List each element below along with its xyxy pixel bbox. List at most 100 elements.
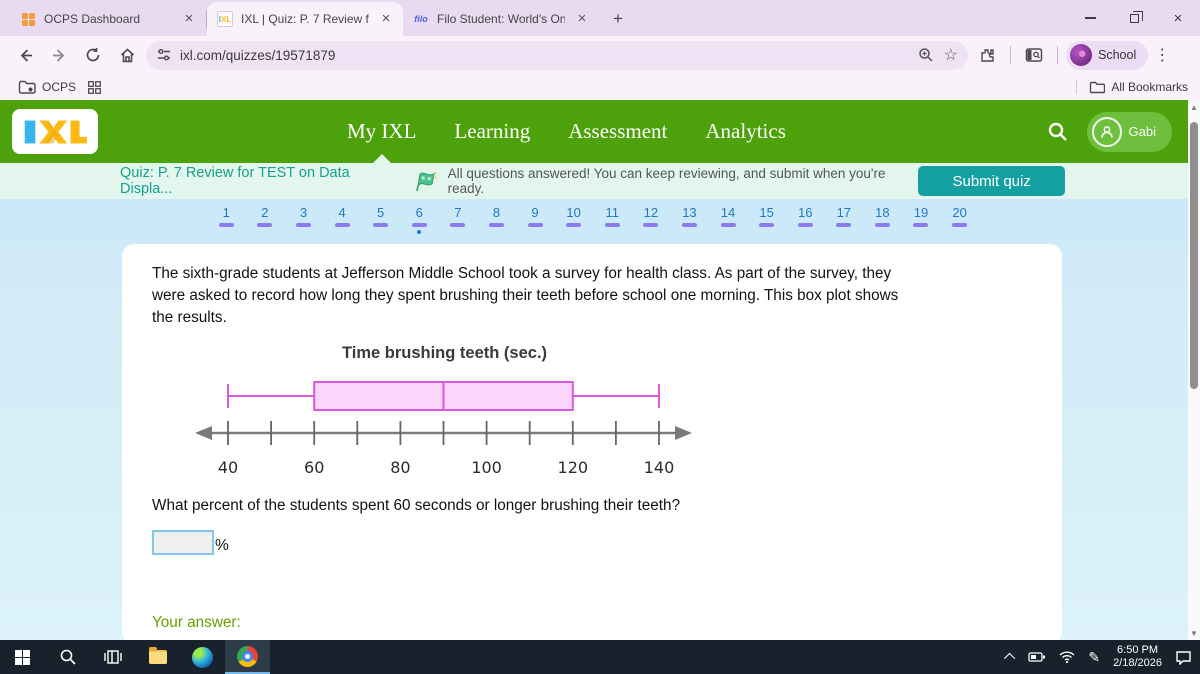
close-window-button[interactable]: ×: [1156, 0, 1200, 36]
toolbar-divider: [1057, 46, 1058, 64]
edge-button[interactable]: [180, 640, 225, 674]
tab-strip: OCPS Dashboard × I XL IXL | Quiz: P. 7 Re…: [0, 0, 631, 36]
new-tab-button[interactable]: +: [605, 6, 631, 32]
question-number-19[interactable]: 19: [902, 199, 941, 240]
minimize-button[interactable]: [1068, 0, 1112, 36]
tray-chevron-up-icon[interactable]: [1004, 652, 1016, 665]
edge-icon: [192, 646, 213, 668]
apps-grid-icon: [88, 80, 101, 94]
question-number-13[interactable]: 13: [670, 199, 709, 240]
taskbar-search-button[interactable]: [45, 640, 90, 674]
question-number-5[interactable]: 5: [361, 199, 400, 240]
scroll-up-icon[interactable]: ▲: [1190, 100, 1198, 114]
managed-folder-icon: [18, 80, 36, 94]
tab-ixl-quiz[interactable]: IXL IXL | Quiz: P. 7 Review for TEST ×: [207, 2, 403, 36]
taskbar-clock[interactable]: 6:50 PM 2/18/2026: [1113, 644, 1162, 670]
profile-avatar: [1070, 44, 1092, 66]
bookmark-folder-ocps[interactable]: OCPS: [12, 78, 82, 96]
question-number-11[interactable]: 11: [593, 199, 632, 240]
question-number-2[interactable]: 2: [246, 199, 285, 240]
question-number-4[interactable]: 4: [323, 199, 362, 240]
tab-ocps-dashboard[interactable]: OCPS Dashboard ×: [10, 2, 206, 36]
your-answer-label: Your answer:: [152, 614, 241, 631]
extensions-icon[interactable]: [972, 40, 1002, 70]
quiz-status-bar: Quiz: P. 7 Review for TEST on Data Displ…: [0, 154, 1200, 199]
svg-text:60: 60: [304, 458, 324, 477]
site-settings-icon[interactable]: [156, 47, 172, 63]
question-number-20[interactable]: 20: [940, 199, 979, 240]
tab-title: OCPS Dashboard: [44, 12, 141, 26]
bookmark-apps-grid[interactable]: [82, 79, 107, 96]
wifi-icon[interactable]: [1059, 651, 1075, 663]
tab-close-icon[interactable]: ×: [180, 10, 198, 28]
ixl-nav: My IXL Learning Assessment Analytics: [347, 100, 786, 163]
task-view-button[interactable]: [90, 640, 135, 674]
tab-close-icon[interactable]: ×: [573, 10, 591, 28]
browser-titlebar: OCPS Dashboard × I XL IXL | Quiz: P. 7 Re…: [0, 0, 1200, 36]
bookmark-star-icon[interactable]: ☆: [944, 45, 958, 65]
question-area: The sixth-grade students at Jefferson Mi…: [0, 240, 1200, 640]
scrollbar-thumb[interactable]: [1190, 122, 1198, 389]
question-number-row: 1 2 3 4 5 6 7 8 9 10 11 12 13 14 15 16 17 18 19 20: [0, 199, 1200, 240]
file-explorer-button[interactable]: [135, 640, 180, 674]
question-number-12[interactable]: 12: [632, 199, 671, 240]
tab-title: Filo Student: World's Only Live: [437, 12, 565, 26]
question-card: The sixth-grade students at Jefferson Mi…: [122, 244, 1062, 640]
chrome-button[interactable]: [225, 640, 270, 674]
browser-menu-icon[interactable]: ⋮: [1152, 45, 1172, 65]
ocps-grid-icon: [20, 11, 36, 27]
question-number-16[interactable]: 16: [786, 199, 825, 240]
question-number-8[interactable]: 8: [477, 199, 516, 240]
all-bookmarks-button[interactable]: All Bookmarks: [1076, 80, 1188, 94]
nav-assessment[interactable]: Assessment: [568, 119, 667, 144]
home-button[interactable]: [112, 40, 142, 70]
question-number-18[interactable]: 18: [863, 199, 902, 240]
question-number-3[interactable]: 3: [284, 199, 323, 240]
question-number-14[interactable]: 14: [709, 199, 748, 240]
profile-chip[interactable]: School: [1066, 40, 1149, 70]
battery-icon[interactable]: [1028, 651, 1046, 663]
tab-close-icon[interactable]: ×: [377, 10, 395, 28]
ixl-logo[interactable]: [12, 109, 98, 154]
question-number-17[interactable]: 17: [825, 199, 864, 240]
reload-button[interactable]: [78, 40, 108, 70]
quiz-title[interactable]: Quiz: P. 7 Review for TEST on Data Displ…: [120, 165, 402, 197]
forward-button[interactable]: [44, 40, 74, 70]
question-number-1[interactable]: 1: [207, 199, 246, 240]
all-bookmarks-label: All Bookmarks: [1111, 80, 1188, 94]
address-bar[interactable]: ixl.com/quizzes/19571879 ☆: [146, 40, 968, 70]
nav-analytics[interactable]: Analytics: [705, 119, 785, 144]
url-text[interactable]: ixl.com/quizzes/19571879: [180, 48, 910, 63]
nav-learning[interactable]: Learning: [454, 119, 530, 144]
page-scrollbar[interactable]: ▲ ▼: [1188, 100, 1200, 640]
system-tray: ✎ 6:50 PM 2/18/2026: [1004, 640, 1192, 674]
zoom-page-icon[interactable]: [918, 47, 934, 63]
windows-taskbar: ✎ 6:50 PM 2/18/2026: [0, 640, 1200, 674]
tab-filo-student[interactable]: filo Filo Student: World's Only Live ×: [403, 2, 599, 36]
user-menu[interactable]: Gabi: [1086, 111, 1172, 152]
windows-ink-pen-icon[interactable]: ✎: [1088, 649, 1100, 666]
restore-button[interactable]: [1112, 0, 1156, 36]
svg-text:120: 120: [558, 458, 589, 477]
back-button[interactable]: [10, 40, 40, 70]
submit-quiz-button[interactable]: Submit quiz: [918, 166, 1065, 196]
question-number-15[interactable]: 15: [747, 199, 786, 240]
nav-my-ixl[interactable]: My IXL: [347, 119, 416, 144]
search-icon[interactable]: [1047, 121, 1069, 143]
question-number-10[interactable]: 10: [554, 199, 593, 240]
checkered-flag-icon: [415, 171, 437, 192]
window-controls: ×: [1068, 0, 1200, 36]
question-number-9[interactable]: 9: [516, 199, 555, 240]
question-number-6[interactable]: 6: [400, 199, 439, 240]
answer-input[interactable]: [152, 530, 214, 555]
scroll-down-icon[interactable]: ▼: [1190, 626, 1198, 640]
bookmarks-bar: OCPS All Bookmarks: [0, 74, 1200, 100]
start-button[interactable]: [0, 640, 45, 674]
ixl-logo-icon: [24, 120, 87, 143]
action-center-icon[interactable]: [1175, 650, 1192, 665]
page-viewport: My IXL Learning Assessment Analytics Gab…: [0, 100, 1200, 640]
chrome-icon: [237, 645, 258, 667]
question-number-7[interactable]: 7: [439, 199, 478, 240]
side-panel-search-icon[interactable]: [1019, 40, 1049, 70]
problem-prompt: The sixth-grade students at Jefferson Mi…: [152, 265, 899, 326]
